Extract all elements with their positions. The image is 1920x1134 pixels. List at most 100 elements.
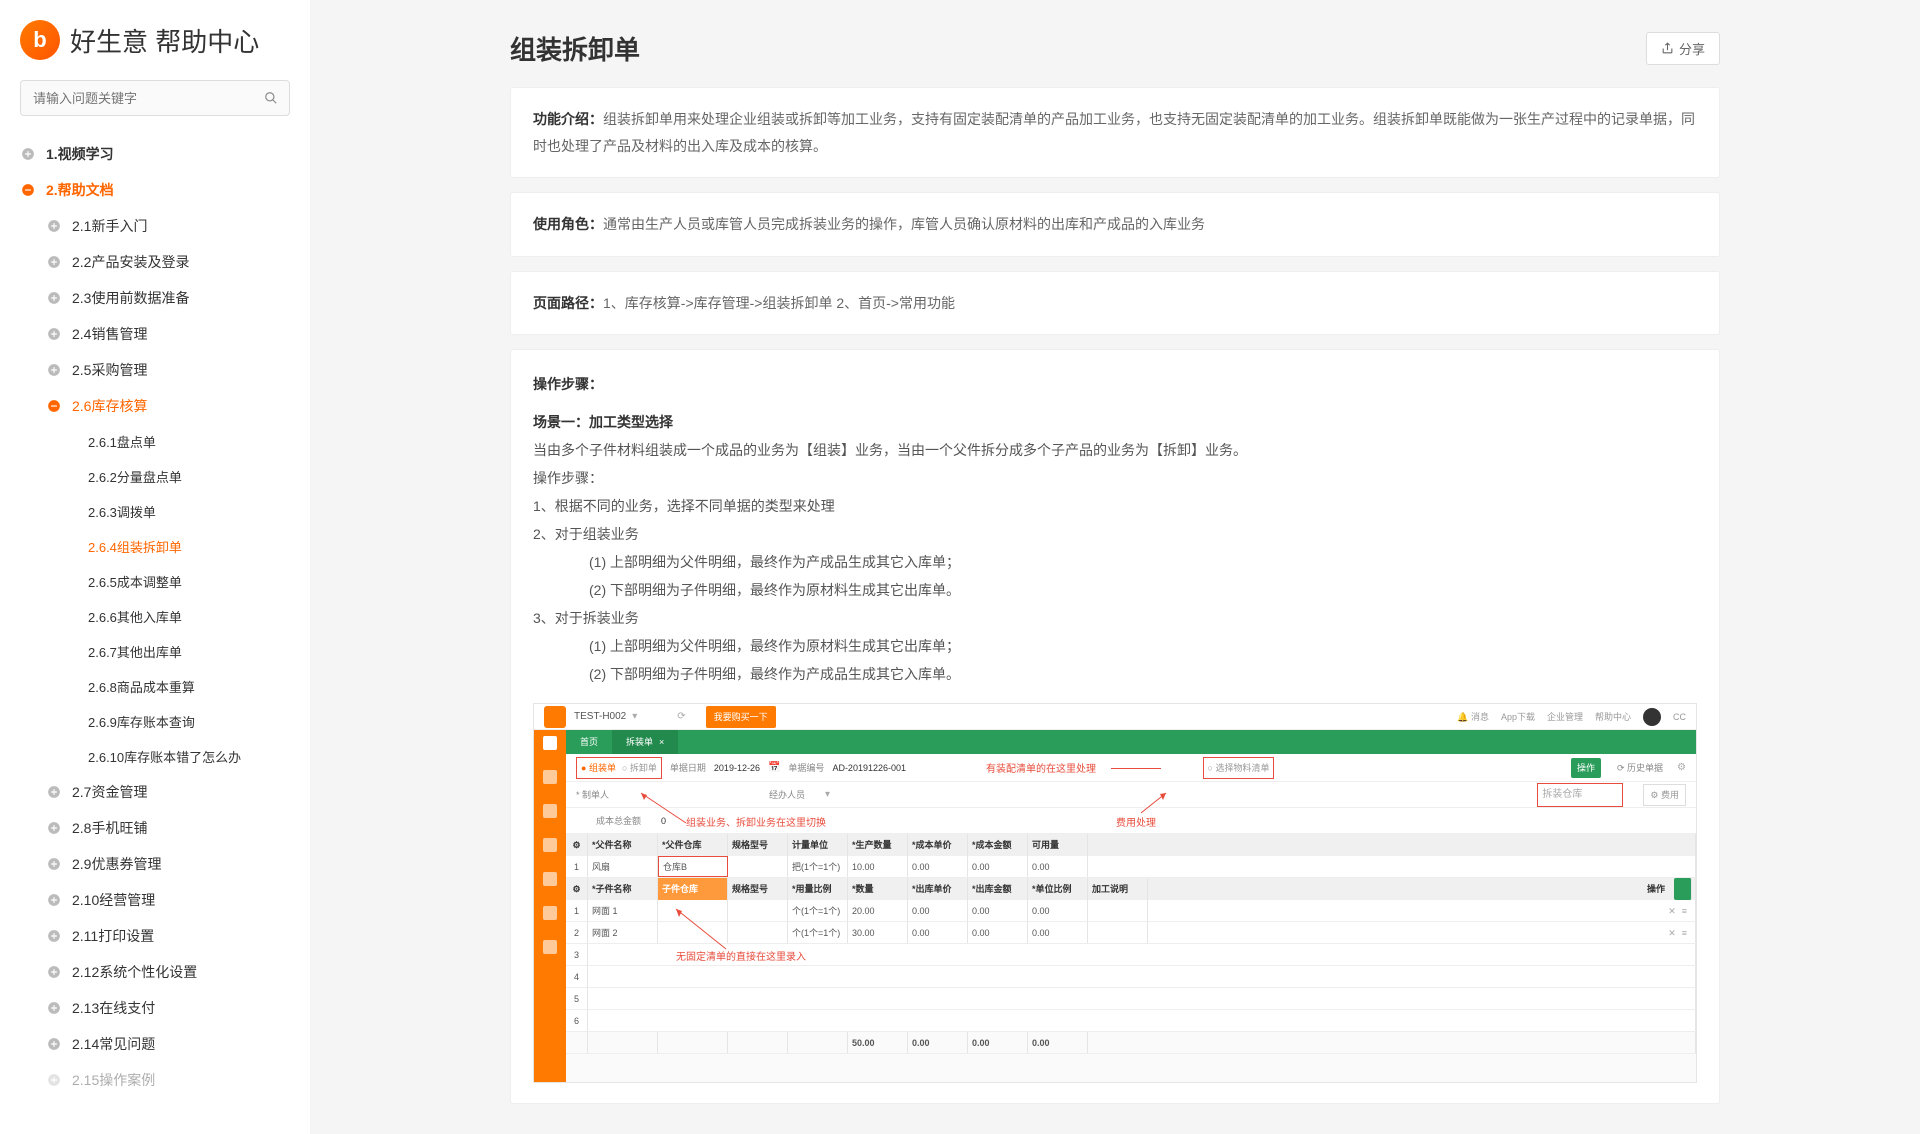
ss-gear-button: ⚙ 费用: [1643, 784, 1686, 806]
nav-2-6-1[interactable]: 2.6.1盘点单: [20, 424, 290, 459]
calendar-icon: 📅: [768, 758, 780, 778]
nav-label: 2.15操作案例: [72, 1070, 155, 1090]
ss-bom-radio: ○ 选择物料清单: [1203, 757, 1275, 779]
nav-label: 2.6.7其他出库单: [88, 642, 182, 661]
nav-2-14[interactable]: 2.14常见问题: [20, 1026, 290, 1062]
nav-2-15[interactable]: 2.15操作案例: [20, 1062, 290, 1098]
table-row: 1 风扇 仓库B 把(1个=1个) 10.00 0.00 0.00 0.00: [566, 856, 1696, 878]
step3: 3、对于拆装业务: [533, 604, 1697, 632]
arrow-icon: [1136, 788, 1176, 818]
nav-2-6-8[interactable]: 2.6.8商品成本重算: [20, 669, 290, 704]
nav-label: 2.6.1盘点单: [88, 432, 156, 451]
th-child-qty: *数量: [848, 878, 908, 900]
ss-top-right: 🔔 消息 App下载 企业管理 帮助中心 CC: [1457, 708, 1686, 726]
steps-label: 操作步骤：: [533, 464, 1697, 492]
logo-text: 好生意 帮助中心: [70, 22, 259, 59]
td-ratio: 个(1个=1个): [788, 922, 848, 943]
page-title: 组装拆卸单: [510, 30, 640, 67]
td-unit: 把(1个=1个): [788, 856, 848, 877]
minus-icon: [20, 182, 36, 198]
td-idx: 4: [566, 966, 588, 987]
steps-title: 操作步骤：: [533, 370, 1697, 398]
plus-icon: [46, 892, 62, 908]
nav-2-8[interactable]: 2.8手机旺铺: [20, 810, 290, 846]
share-icon: [1661, 42, 1674, 55]
role-label: 使用角色：: [533, 216, 603, 232]
search-input[interactable]: [20, 80, 290, 116]
th-child-spec: 规格型号: [728, 878, 788, 900]
arrow-line: [1111, 768, 1161, 769]
th-parent: *父件名称: [588, 834, 658, 856]
nav-2-6-2[interactable]: 2.6.2分量盘点单: [20, 459, 290, 494]
step2-2: (2) 下部明细为子件明细，最终作为原材料生成其它出库单。: [533, 576, 1697, 604]
td-ops: ✕ ≡: [1148, 900, 1696, 921]
nav-label: 2.6.6其他入库单: [88, 607, 182, 626]
delete-icon: ✕: [1668, 924, 1676, 942]
nav-2-7[interactable]: 2.7资金管理: [20, 774, 290, 810]
step2-1: (1) 上部明细为父件明细，最终作为产成品生成其它入库单；: [533, 548, 1697, 576]
nav-2-3[interactable]: 2.3使用前数据准备: [20, 280, 290, 316]
nav-2-6-9[interactable]: 2.6.9库存账本查询: [20, 704, 290, 739]
th-idx: ⚙: [566, 878, 588, 900]
search-box: [20, 80, 290, 116]
th-adjust: *单位比例: [1028, 878, 1088, 900]
step3-1: (1) 上部明细为父件明细，最终作为原材料生成其它出库单；: [533, 632, 1697, 660]
td-blank: [728, 1032, 788, 1053]
nav-2-9[interactable]: 2.9优惠券管理: [20, 846, 290, 882]
nav-2-6-10[interactable]: 2.6.10库存账本错了怎么办: [20, 739, 290, 774]
nav-label: 2.3使用前数据准备: [72, 288, 189, 308]
th-out-amt: *出库金额: [968, 878, 1028, 900]
sort-icon: ≡: [1682, 902, 1687, 920]
td-adjust: 0.00: [1028, 900, 1088, 921]
nav-2-2[interactable]: 2.2产品安装及登录: [20, 244, 290, 280]
ss-parent-table-header: ⚙ *父件名称 *父件仓库 规格型号 计量单位 *生产数量 *成本单价 *成本金…: [566, 834, 1696, 856]
ss-msg-icon: 🔔 消息: [1457, 708, 1489, 726]
nav-2-1[interactable]: 2.1新手入门: [20, 208, 290, 244]
nav-icon: [543, 804, 557, 818]
td-blank: [788, 1032, 848, 1053]
nav-2-13[interactable]: 2.13在线支付: [20, 990, 290, 1026]
refresh-icon: ⟳: [677, 707, 685, 727]
nav-label: 2.6.5成本调整单: [88, 572, 182, 591]
nav-2-6-5[interactable]: 2.6.5成本调整单: [20, 564, 290, 599]
expand-icon: [1674, 878, 1692, 900]
nav-video-learning[interactable]: 1.视频学习: [20, 136, 290, 172]
nav-2-11[interactable]: 2.11打印设置: [20, 918, 290, 954]
nav-2-6-3[interactable]: 2.6.3调拨单: [20, 494, 290, 529]
th-parent-wh: *父件仓库: [658, 834, 728, 856]
nav-2-6-6[interactable]: 2.6.6其他入库单: [20, 599, 290, 634]
chevron-down-icon: ▾: [632, 707, 637, 727]
plus-icon: [46, 290, 62, 306]
td-qty: 20.00: [848, 900, 908, 921]
td-wh: 仓库B: [658, 856, 728, 877]
nav-2-6[interactable]: 2.6库存核算: [20, 388, 290, 424]
nav-icon: [543, 838, 557, 852]
nav-2-12[interactable]: 2.12系统个性化设置: [20, 954, 290, 990]
table-row: 5: [566, 988, 1696, 1010]
ss-app-link: App下载: [1501, 708, 1535, 726]
nav-2-5[interactable]: 2.5采购管理: [20, 352, 290, 388]
ss-buy-button: 我要购买一下: [706, 706, 776, 728]
scene1-title: 场景一：加工类型选择: [533, 408, 1697, 436]
ss-user-label: CC: [1673, 708, 1686, 726]
ss-dept-label: 经办人员: [769, 786, 805, 804]
nav-help-docs[interactable]: 2.帮助文档: [20, 172, 290, 208]
nav-2-10[interactable]: 2.10经营管理: [20, 882, 290, 918]
nav-label: 2.6.4组装拆卸单: [88, 537, 182, 556]
ss-ent-link: 企业管理: [1547, 708, 1583, 726]
nav-2-4[interactable]: 2.4销售管理: [20, 316, 290, 352]
nav-2-6-7[interactable]: 2.6.7其他出库单: [20, 634, 290, 669]
td-idx: [566, 1032, 588, 1053]
ss-test-label: TEST-H002: [574, 707, 626, 727]
share-button[interactable]: 分享: [1646, 32, 1720, 65]
nav-2-6-4[interactable]: 2.6.4组装拆卸单: [20, 529, 290, 564]
ss-tab-home: 首页: [566, 730, 612, 754]
th-spec: 规格型号: [728, 834, 788, 856]
search-icon[interactable]: [264, 91, 278, 105]
nav-label: 2.9优惠券管理: [72, 854, 161, 874]
th-cost-amt: *成本金额: [968, 834, 1028, 856]
td-idx: 1: [566, 856, 588, 877]
td-blank: [658, 1032, 728, 1053]
td-idx: 2: [566, 922, 588, 943]
td-name: 网面 2: [588, 922, 658, 943]
